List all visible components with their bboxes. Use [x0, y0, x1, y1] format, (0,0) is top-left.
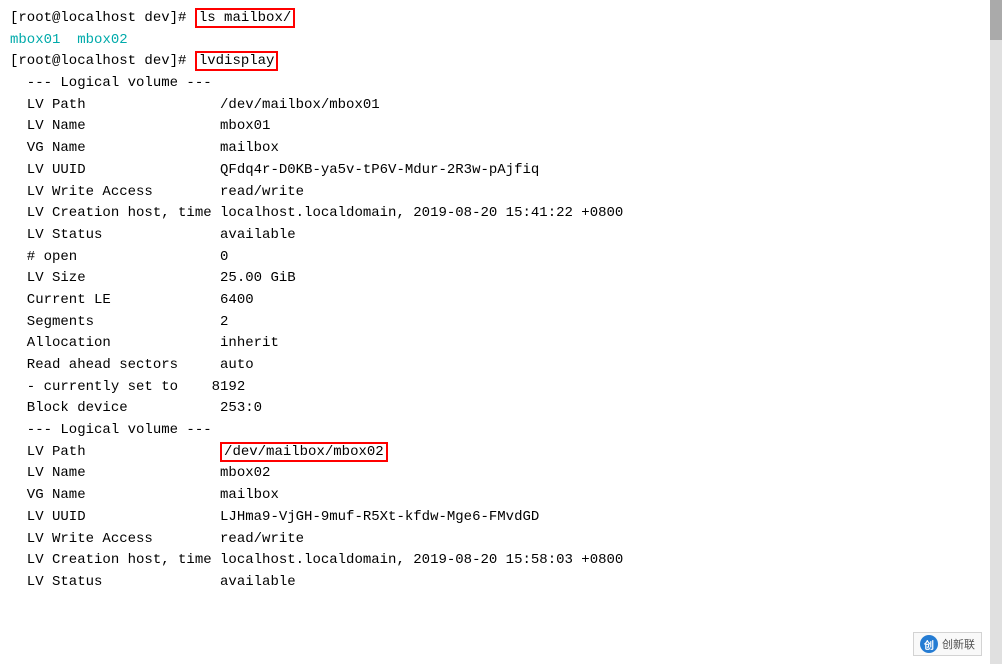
normal-text: LV Name mbox02 — [10, 465, 270, 481]
terminal-line: LV UUID QFdq4r-D0KB-ya5v-tP6V-Mdur-2R3w-… — [10, 160, 992, 182]
terminal-line: Allocation inherit — [10, 333, 992, 355]
terminal-line: Read ahead sectors auto — [10, 355, 992, 377]
terminal-line: LV UUID LJHma9-VjGH-9muf-R5Xt-kfdw-Mge6-… — [10, 507, 992, 529]
terminal-line: # open 0 — [10, 247, 992, 269]
normal-text: # open 0 — [10, 249, 228, 265]
highlighted-command: /dev/mailbox/mbox02 — [220, 442, 388, 462]
cyan-output: mbox02 — [77, 32, 127, 48]
scrollbar-thumb[interactable] — [990, 0, 1002, 40]
normal-text: LV Status available — [10, 574, 296, 590]
terminal-line: LV Write Access read/write — [10, 182, 992, 204]
normal-text: Current LE 6400 — [10, 292, 254, 308]
normal-text: LV Path /dev/mailbox/mbox01 — [10, 97, 380, 113]
cyan-output: mbox01 — [10, 32, 60, 48]
terminal-line: LV Status available — [10, 572, 992, 594]
terminal-line: LV Name mbox02 — [10, 463, 992, 485]
normal-text: LV Name mbox01 — [10, 118, 270, 134]
normal-text: LV UUID LJHma9-VjGH-9muf-R5Xt-kfdw-Mge6-… — [10, 509, 539, 525]
watermark-text: 创新联 — [942, 636, 975, 652]
normal-text: Segments 2 — [10, 314, 228, 330]
terminal-line: LV Write Access read/write — [10, 529, 992, 551]
normal-text: LV Creation host, time localhost.localdo… — [10, 552, 623, 568]
terminal-line: VG Name mailbox — [10, 138, 992, 160]
normal-text: LV Size 25.00 GiB — [10, 270, 296, 286]
normal-text: - currently set to 8192 — [10, 379, 245, 395]
normal-text: --- Logical volume --- — [10, 75, 212, 91]
normal-text: Block device 253:0 — [10, 400, 262, 416]
terminal-line: LV Path /dev/mailbox/mbox01 — [10, 95, 992, 117]
terminal-line: - currently set to 8192 — [10, 377, 992, 399]
normal-text: LV Write Access read/write — [10, 184, 304, 200]
terminal-line: Block device 253:0 — [10, 398, 992, 420]
terminal-line: mbox01 mbox02 — [10, 30, 992, 52]
scrollbar[interactable] — [990, 0, 1002, 664]
normal-text — [60, 32, 77, 48]
terminal-line: --- Logical volume --- — [10, 420, 992, 442]
watermark-box: 创 创新联 — [913, 632, 982, 656]
normal-text: VG Name mailbox — [10, 487, 279, 503]
terminal-line: LV Creation host, time localhost.localdo… — [10, 203, 992, 225]
terminal-line: LV Name mbox01 — [10, 116, 992, 138]
normal-text: VG Name mailbox — [10, 140, 279, 156]
terminal-window: [root@localhost dev]# ls mailbox/mbox01 … — [0, 0, 1002, 664]
terminal-line: LV Path /dev/mailbox/mbox02 — [10, 442, 992, 464]
terminal-line: Segments 2 — [10, 312, 992, 334]
terminal-line: [root@localhost dev]# ls mailbox/ — [10, 8, 992, 30]
normal-text: LV Creation host, time localhost.localdo… — [10, 205, 623, 221]
terminal-line: Current LE 6400 — [10, 290, 992, 312]
terminal-line: LV Creation host, time localhost.localdo… — [10, 550, 992, 572]
terminal-output: [root@localhost dev]# ls mailbox/mbox01 … — [10, 8, 992, 594]
normal-text: LV Write Access read/write — [10, 531, 304, 547]
normal-text: [root@localhost dev]# — [10, 53, 195, 69]
normal-text: LV Status available — [10, 227, 296, 243]
terminal-line: LV Status available — [10, 225, 992, 247]
normal-text: [root@localhost dev]# — [10, 10, 195, 26]
normal-text: LV Path — [10, 444, 220, 460]
watermark-icon: 创 — [920, 635, 938, 653]
terminal-line: VG Name mailbox — [10, 485, 992, 507]
normal-text: Read ahead sectors auto — [10, 357, 254, 373]
normal-text: Allocation inherit — [10, 335, 279, 351]
terminal-line: LV Size 25.00 GiB — [10, 268, 992, 290]
watermark: 创 创新联 — [913, 632, 982, 656]
normal-text: LV UUID QFdq4r-D0KB-ya5v-tP6V-Mdur-2R3w-… — [10, 162, 539, 178]
highlighted-command: lvdisplay — [195, 51, 279, 71]
highlighted-command: ls mailbox/ — [195, 8, 295, 28]
terminal-line: [root@localhost dev]# lvdisplay — [10, 51, 992, 73]
terminal-line: --- Logical volume --- — [10, 73, 992, 95]
normal-text: --- Logical volume --- — [10, 422, 212, 438]
